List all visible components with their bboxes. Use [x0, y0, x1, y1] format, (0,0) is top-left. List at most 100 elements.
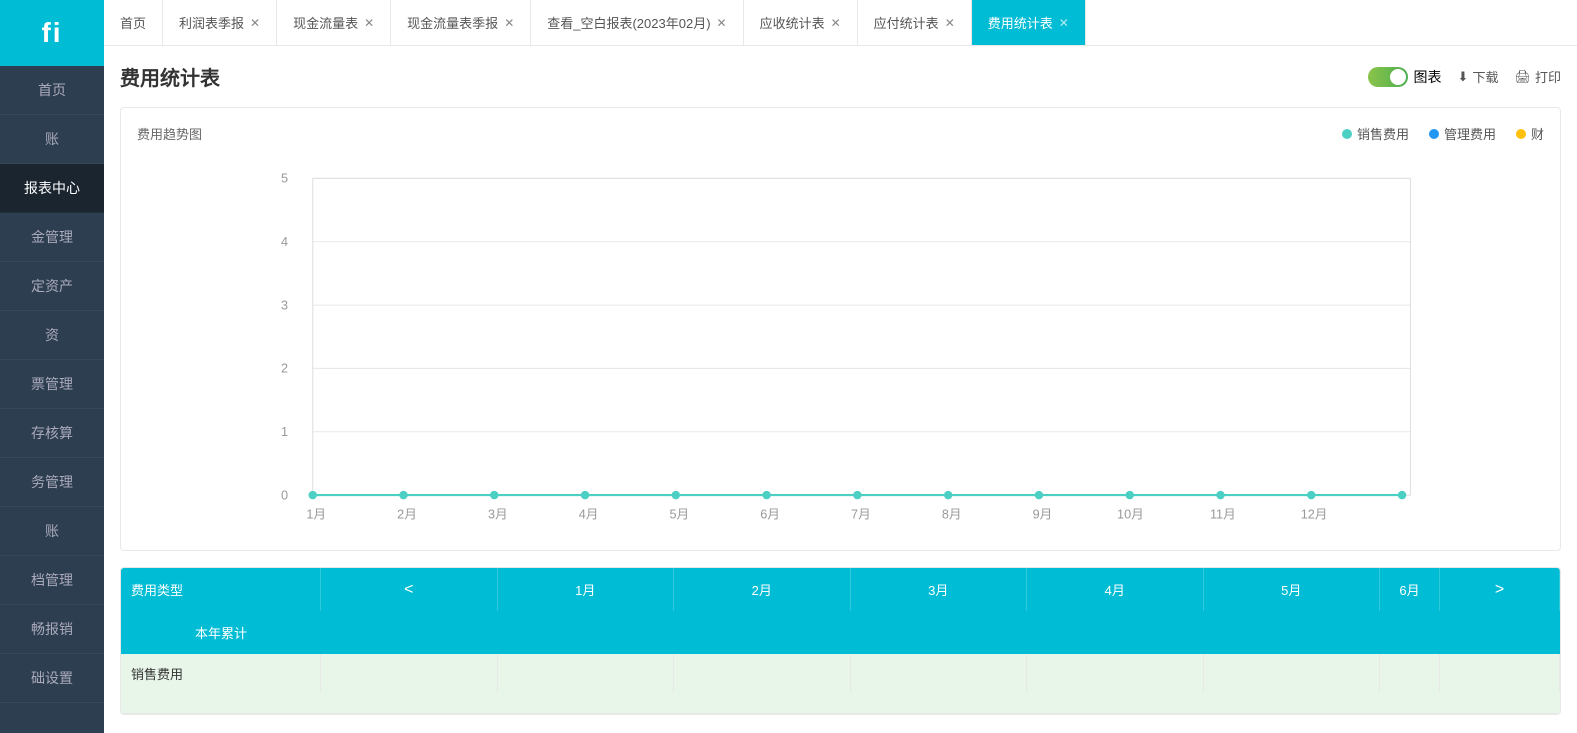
data-table-wrap: 费用类型 < 1月 2月 3月 4月 5月 6月 > 本年累计 销售费用 [120, 567, 1561, 715]
tab-cashflow-table[interactable]: 现金流量表 ✕ [277, 0, 391, 45]
legend-dot-sales [1342, 129, 1352, 139]
chart-toggle-wrap: 图表 [1368, 67, 1442, 87]
svg-text:3月: 3月 [488, 507, 508, 521]
svg-text:12月: 12月 [1301, 507, 1328, 521]
tab-blank-report[interactable]: 查看_空白报表(2023年02月) ✕ [531, 0, 743, 45]
download-icon: ⬇ [1458, 69, 1469, 85]
tab-close-payable[interactable]: ✕ [945, 16, 955, 30]
tab-receivable[interactable]: 应收统计表 ✕ [744, 0, 858, 45]
svg-text:1月: 1月 [306, 507, 326, 521]
sidebar-item-ledger[interactable]: 账 [0, 507, 104, 556]
th-month6: 6月 [1380, 568, 1440, 611]
trend-chart: 5 4 3 2 1 0 [137, 151, 1544, 531]
td-sales-expense-m8 [1440, 654, 1560, 693]
tab-close-profit-report[interactable]: ✕ [250, 16, 260, 30]
legend-sales-expense: 销售费用 [1342, 124, 1409, 143]
table-header: 费用类型 < 1月 2月 3月 4月 5月 6月 > 本年累计 [121, 568, 1560, 654]
chart-svg-wrap: 5 4 3 2 1 0 [137, 151, 1544, 534]
sidebar-logo: fi [0, 0, 104, 66]
sidebar-item-fund-mgmt[interactable]: 金管理 [0, 213, 104, 262]
legend-finance-expense: 财 [1516, 124, 1544, 143]
sidebar-item-home[interactable]: 首页 [0, 66, 104, 115]
td-sales-expense-m5 [1027, 654, 1204, 693]
legend-label-admin: 管理费用 [1444, 124, 1496, 143]
sidebar-item-basic-settings[interactable]: 础设置 [0, 654, 104, 703]
legend-dot-admin [1429, 129, 1439, 139]
td-sales-expense-m3 [674, 654, 851, 693]
print-button[interactable]: 🖨 打印 [1514, 67, 1561, 86]
svg-text:11月: 11月 [1210, 507, 1236, 521]
svg-text:7月: 7月 [851, 507, 871, 521]
sidebar-item-inventory[interactable]: 存核算 [0, 409, 104, 458]
td-sales-expense-type: 销售费用 [121, 654, 321, 693]
tab-close-receivable[interactable]: ✕ [831, 16, 841, 30]
legend-label-finance: 财 [1531, 124, 1544, 143]
main-content: 首页 利润表季报 ✕ 现金流量表 ✕ 现金流量表季报 ✕ 查看_空白报表(202… [104, 0, 1577, 733]
legend-label-sales: 销售费用 [1357, 124, 1409, 143]
td-sales-expense-m4 [851, 654, 1028, 693]
sidebar-item-account[interactable]: 账 [0, 115, 104, 164]
svg-text:4月: 4月 [579, 507, 599, 521]
svg-text:0: 0 [281, 488, 288, 502]
svg-text:10月: 10月 [1117, 507, 1144, 521]
svg-text:2月: 2月 [397, 507, 417, 521]
tab-close-blank-report[interactable]: ✕ [717, 16, 727, 30]
svg-text:2: 2 [281, 362, 288, 376]
sidebar-item-ticket-mgmt[interactable]: 票管理 [0, 360, 104, 409]
td-sales-expense-m6 [1204, 654, 1381, 693]
chart-container: 费用趋势图 销售费用 管理费用 财 [120, 107, 1561, 551]
tab-home[interactable]: 首页 [104, 0, 163, 45]
page-body: 费用统计表 图表 ⬇ 下载 🖨 打印 费用趋势图 [104, 46, 1577, 733]
th-month2: 2月 [674, 568, 851, 611]
td-sales-expense-m7 [1380, 654, 1440, 693]
tab-bar: 首页 利润表季报 ✕ 现金流量表 ✕ 现金流量表季报 ✕ 查看_空白报表(202… [104, 0, 1577, 46]
table-row-sales-expense: 销售费用 [121, 654, 1560, 714]
sidebar-item-sales-return[interactable]: 畅报销 [0, 605, 104, 654]
print-icon: 🖨 [1514, 69, 1531, 85]
th-next-arrow[interactable]: > [1440, 568, 1560, 611]
sidebar-item-fixed-assets[interactable]: 定资产 [0, 262, 104, 311]
svg-text:5月: 5月 [670, 507, 690, 521]
chart-toggle[interactable] [1368, 67, 1408, 87]
svg-text:3: 3 [281, 298, 288, 312]
page-title: 费用统计表 [120, 62, 220, 91]
svg-text:9月: 9月 [1033, 507, 1053, 521]
legend-admin-expense: 管理费用 [1429, 124, 1496, 143]
svg-text:1: 1 [281, 425, 288, 439]
next-month-arrow[interactable]: > [1491, 581, 1508, 599]
svg-text:8月: 8月 [942, 507, 962, 521]
td-sales-expense-ytd [121, 693, 321, 713]
page-header: 费用统计表 图表 ⬇ 下载 🖨 打印 [120, 62, 1561, 91]
sidebar-item-service-mgmt[interactable]: 务管理 [0, 458, 104, 507]
td-sales-expense-m1 [321, 654, 498, 693]
tab-profit-report[interactable]: 利润表季报 ✕ [163, 0, 277, 45]
th-month4: 4月 [1027, 568, 1204, 611]
th-prev-arrow[interactable]: < [321, 568, 498, 611]
prev-month-arrow[interactable]: < [400, 581, 417, 599]
header-actions: 图表 ⬇ 下载 🖨 打印 [1368, 67, 1561, 87]
download-button[interactable]: ⬇ 下载 [1458, 67, 1499, 86]
th-month1: 1月 [498, 568, 675, 611]
tab-close-expense-stats[interactable]: ✕ [1059, 16, 1069, 30]
th-month3: 3月 [851, 568, 1028, 611]
th-expense-type: 费用类型 [121, 568, 321, 611]
sidebar-item-archive-mgmt[interactable]: 档管理 [0, 556, 104, 605]
svg-text:6月: 6月 [760, 507, 780, 521]
chart-title: 费用趋势图 [137, 124, 202, 143]
th-ytd: 本年累计 [121, 611, 321, 654]
th-month5: 5月 [1204, 568, 1381, 611]
svg-text:4: 4 [281, 235, 288, 249]
legend-dot-finance [1516, 129, 1526, 139]
chart-toggle-label: 图表 [1414, 67, 1442, 87]
tab-close-cashflow-quarterly[interactable]: ✕ [504, 16, 514, 30]
sidebar: fi 首页 账 报表中心 金管理 定资产 资 票管理 存核算 务管理 账 档管理… [0, 0, 104, 733]
tab-close-cashflow-table[interactable]: ✕ [364, 16, 374, 30]
sidebar-item-capital[interactable]: 资 [0, 311, 104, 360]
td-sales-expense-m2 [498, 654, 675, 693]
sidebar-item-report-center[interactable]: 报表中心 [0, 164, 104, 213]
svg-text:5: 5 [281, 172, 288, 186]
tab-cashflow-quarterly[interactable]: 现金流量表季报 ✕ [391, 0, 531, 45]
tab-payable[interactable]: 应付统计表 ✕ [858, 0, 972, 45]
chart-legend: 销售费用 管理费用 财 [1342, 124, 1544, 143]
tab-expense-stats[interactable]: 费用统计表 ✕ [972, 0, 1086, 45]
